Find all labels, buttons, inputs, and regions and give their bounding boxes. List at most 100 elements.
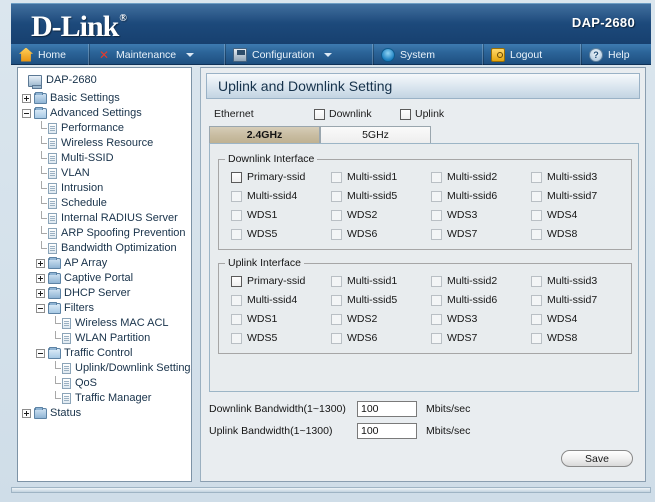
uplink-interface-checkbox[interactable] [431,294,442,306]
tree-collapse-toggle[interactable] [22,109,31,118]
downlink-interface-checkbox[interactable] [431,209,442,221]
downlink-interface-checkbox[interactable] [531,171,542,183]
uplink-interface-checkbox[interactable] [231,294,242,306]
downlink-interface-checkbox[interactable] [531,228,542,240]
sidebar-item-vlan[interactable]: VLAN [22,166,189,181]
downlink-interface-option[interactable]: Multi-ssid5 [331,188,431,204]
sidebar-item-wireless-mac-acl[interactable]: Wireless MAC ACL [22,316,189,331]
downlink-interface-option[interactable]: Multi-ssid3 [531,169,631,185]
tree-expand-toggle[interactable] [36,289,45,298]
ethernet-uplink-checkbox[interactable] [400,108,411,120]
uplink-interface-option[interactable]: WDS5 [231,330,331,346]
ethernet-downlink-option[interactable]: Downlink [314,108,400,120]
uplink-interface-checkbox[interactable] [531,332,542,344]
nav-item-home[interactable]: Home [11,44,90,65]
uplink-interface-checkbox[interactable] [331,275,342,287]
downlink-interface-checkbox[interactable] [331,209,342,221]
downlink-interface-option[interactable]: WDS1 [231,207,331,223]
tree-expand-toggle[interactable] [22,409,31,418]
downlink-interface-checkbox[interactable] [531,209,542,221]
sidebar-item-traffic-control[interactable]: Traffic Control [22,346,189,361]
uplink-interface-checkbox[interactable] [231,313,242,325]
tab-5ghz[interactable]: 5GHz [320,126,431,143]
sidebar-item-advanced-settings[interactable]: Advanced Settings [22,106,189,121]
downlink-interface-checkbox[interactable] [431,190,442,202]
sidebar-item-ap-array[interactable]: AP Array [22,256,189,271]
uplink-bandwidth-input[interactable] [357,423,417,439]
uplink-interface-checkbox[interactable] [331,332,342,344]
downlink-interface-checkbox[interactable] [231,190,242,202]
sidebar-item-root[interactable]: DAP-2680 [22,73,189,89]
uplink-interface-checkbox[interactable] [231,332,242,344]
uplink-interface-option[interactable]: Multi-ssid7 [531,292,631,308]
downlink-interface-option[interactable]: WDS6 [331,226,431,242]
sidebar-navigation[interactable]: DAP-2680 Basic Settings Advanced Settings P… [17,67,192,482]
tree-expand-toggle[interactable] [36,274,45,283]
sidebar-item-performance[interactable]: Performance [22,121,189,136]
downlink-interface-checkbox[interactable] [231,228,242,240]
sidebar-item-schedule[interactable]: Schedule [22,196,189,211]
sidebar-item-intrusion[interactable]: Intrusion [22,181,189,196]
downlink-interface-option[interactable]: Multi-ssid7 [531,188,631,204]
uplink-interface-checkbox[interactable] [431,275,442,287]
uplink-interface-option[interactable]: Multi-ssid1 [331,273,431,289]
sidebar-item-status[interactable]: Status [22,406,189,421]
sidebar-item-traffic-manager[interactable]: Traffic Manager [22,391,189,406]
uplink-interface-option[interactable]: WDS6 [331,330,431,346]
nav-item-help[interactable]: ? Help [581,44,651,65]
downlink-interface-checkbox[interactable] [331,171,342,183]
downlink-interface-checkbox[interactable] [431,228,442,240]
tree-collapse-toggle[interactable] [36,349,45,358]
save-button[interactable]: Save [561,450,633,467]
uplink-interface-option[interactable]: WDS1 [231,311,331,327]
downlink-interface-option[interactable]: WDS2 [331,207,431,223]
uplink-interface-checkbox[interactable] [531,294,542,306]
uplink-interface-checkbox[interactable] [331,313,342,325]
downlink-interface-option[interactable]: WDS8 [531,226,631,242]
ethernet-uplink-option[interactable]: Uplink [400,108,444,120]
uplink-interface-option[interactable]: WDS2 [331,311,431,327]
uplink-interface-option[interactable]: Multi-ssid6 [431,292,531,308]
sidebar-item-multi-ssid[interactable]: Multi-SSID [22,151,189,166]
downlink-interface-option[interactable]: WDS5 [231,226,331,242]
downlink-interface-option[interactable]: Multi-ssid4 [231,188,331,204]
nav-item-system[interactable]: System [373,44,484,65]
uplink-interface-option[interactable]: Multi-ssid3 [531,273,631,289]
ethernet-downlink-checkbox[interactable] [314,108,325,120]
uplink-interface-checkbox[interactable] [231,275,242,287]
downlink-interface-checkbox[interactable] [331,190,342,202]
downlink-interface-option[interactable]: Primary-ssid [231,169,331,185]
tab-2-4ghz[interactable]: 2.4GHz [209,126,320,143]
downlink-interface-option[interactable]: Multi-ssid6 [431,188,531,204]
downlink-interface-checkbox[interactable] [431,171,442,183]
uplink-interface-option[interactable]: Multi-ssid4 [231,292,331,308]
nav-item-maintenance[interactable]: ✕ Maintenance [89,44,226,65]
uplink-interface-option[interactable]: Multi-ssid2 [431,273,531,289]
sidebar-item-bandwidth-optimization[interactable]: Bandwidth Optimization [22,241,189,256]
uplink-interface-checkbox[interactable] [431,332,442,344]
sidebar-item-dhcp-server[interactable]: DHCP Server [22,286,189,301]
downlink-interface-checkbox[interactable] [531,190,542,202]
tree-collapse-toggle[interactable] [36,304,45,313]
uplink-interface-checkbox[interactable] [531,275,542,287]
downlink-interface-checkbox[interactable] [231,171,242,183]
sidebar-item-wireless-resource[interactable]: Wireless Resource [22,136,189,151]
downlink-interface-checkbox[interactable] [331,228,342,240]
sidebar-item-wlan-partition[interactable]: WLAN Partition [22,331,189,346]
downlink-interface-option[interactable]: WDS7 [431,226,531,242]
sidebar-item-captive-portal[interactable]: Captive Portal [22,271,189,286]
downlink-interface-option[interactable]: WDS3 [431,207,531,223]
sidebar-item-basic-settings[interactable]: Basic Settings [22,91,189,106]
sidebar-item-internal-radius-server[interactable]: Internal RADIUS Server [22,211,189,226]
uplink-interface-checkbox[interactable] [431,313,442,325]
uplink-interface-checkbox[interactable] [331,294,342,306]
downlink-interface-option[interactable]: Multi-ssid1 [331,169,431,185]
uplink-interface-option[interactable]: WDS8 [531,330,631,346]
nav-item-logout[interactable]: Logout [483,44,582,65]
uplink-interface-checkbox[interactable] [531,313,542,325]
uplink-interface-option[interactable]: WDS7 [431,330,531,346]
tree-expand-toggle[interactable] [36,259,45,268]
sidebar-item-uplink-downlink-settings[interactable]: Uplink/Downlink Settings [22,361,191,376]
uplink-interface-option[interactable]: WDS3 [431,311,531,327]
uplink-interface-option[interactable]: WDS4 [531,311,631,327]
